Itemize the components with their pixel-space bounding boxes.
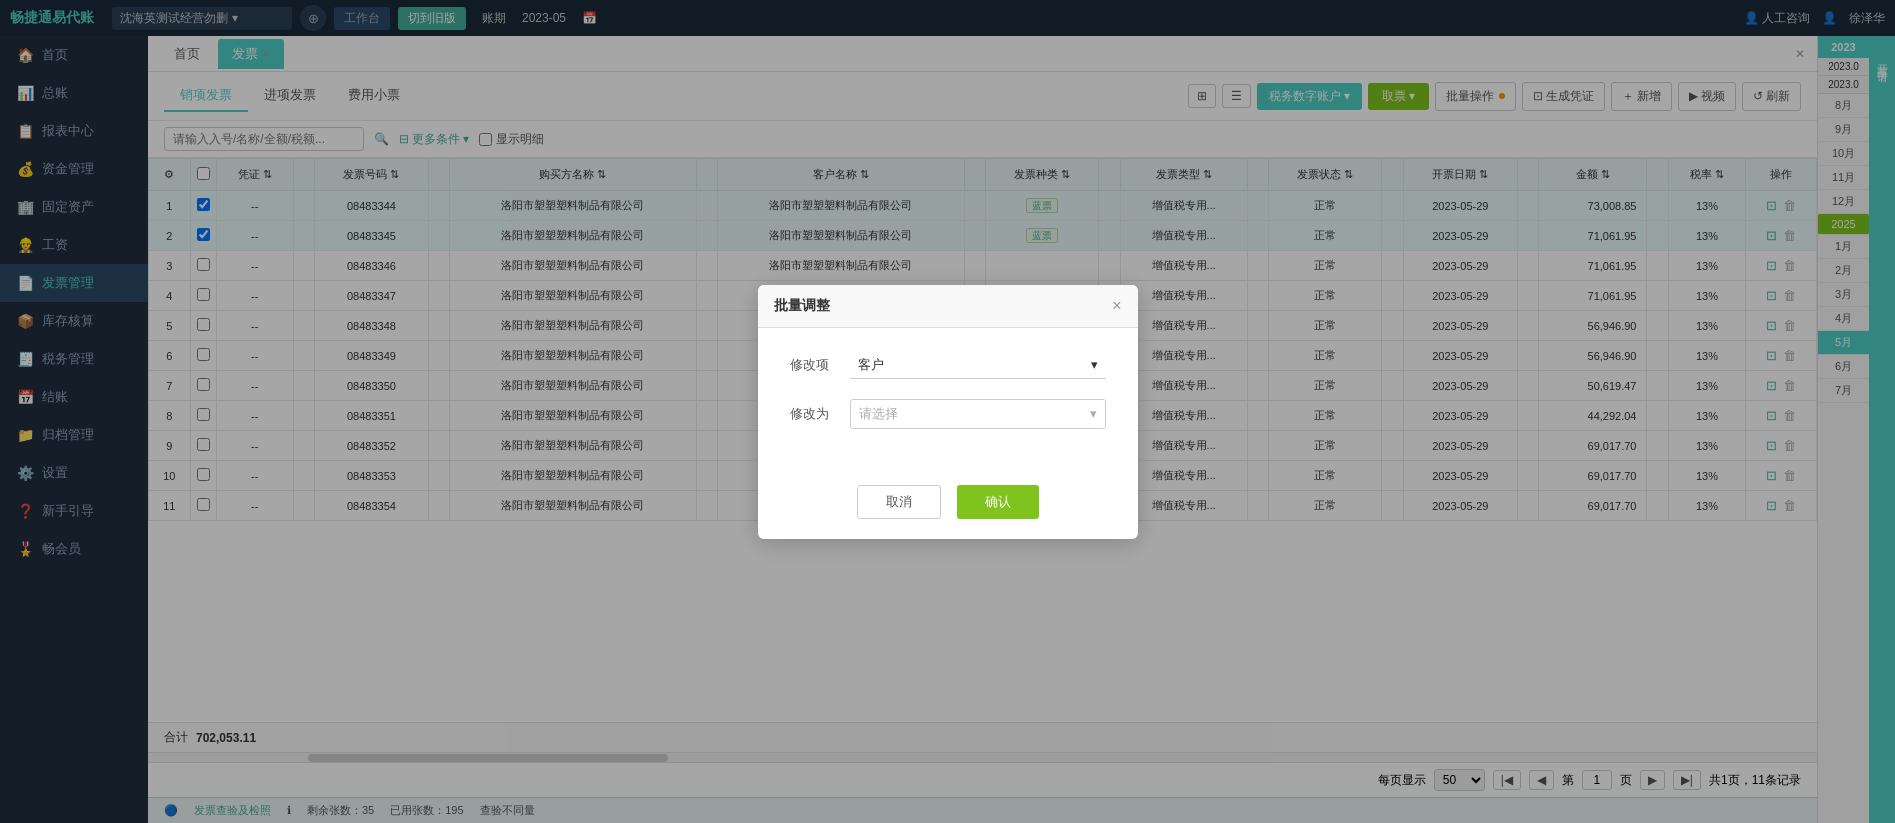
modal-close-btn[interactable]: × xyxy=(1112,297,1121,315)
value-row: 修改为 请选择 ▾ xyxy=(790,399,1106,429)
cancel-btn[interactable]: 取消 xyxy=(857,485,941,519)
modal-header: 批量调整 × xyxy=(758,285,1138,328)
field-value: 客户 xyxy=(858,356,884,374)
modal-overlay: 批量调整 × 修改项 客户 ▾ 修改为 请选择 ▾ 取消 确认 xyxy=(0,0,1895,823)
field-row: 修改项 客户 ▾ xyxy=(790,352,1106,379)
chevron-down-icon: ▾ xyxy=(1090,406,1097,421)
chevron-down-icon: ▾ xyxy=(1091,357,1098,372)
value-label: 修改为 xyxy=(790,405,850,423)
field-label: 修改项 xyxy=(790,356,850,374)
modal-title: 批量调整 xyxy=(774,297,830,315)
modal-footer: 取消 确认 xyxy=(758,473,1138,539)
confirm-btn[interactable]: 确认 xyxy=(957,485,1039,519)
batch-adjust-modal: 批量调整 × 修改项 客户 ▾ 修改为 请选择 ▾ 取消 确认 xyxy=(758,285,1138,539)
field-selector[interactable]: 客户 ▾ xyxy=(850,352,1106,379)
value-placeholder: 请选择 xyxy=(859,405,898,423)
value-selector[interactable]: 请选择 ▾ xyxy=(850,399,1106,429)
modal-body: 修改项 客户 ▾ 修改为 请选择 ▾ xyxy=(758,328,1138,473)
